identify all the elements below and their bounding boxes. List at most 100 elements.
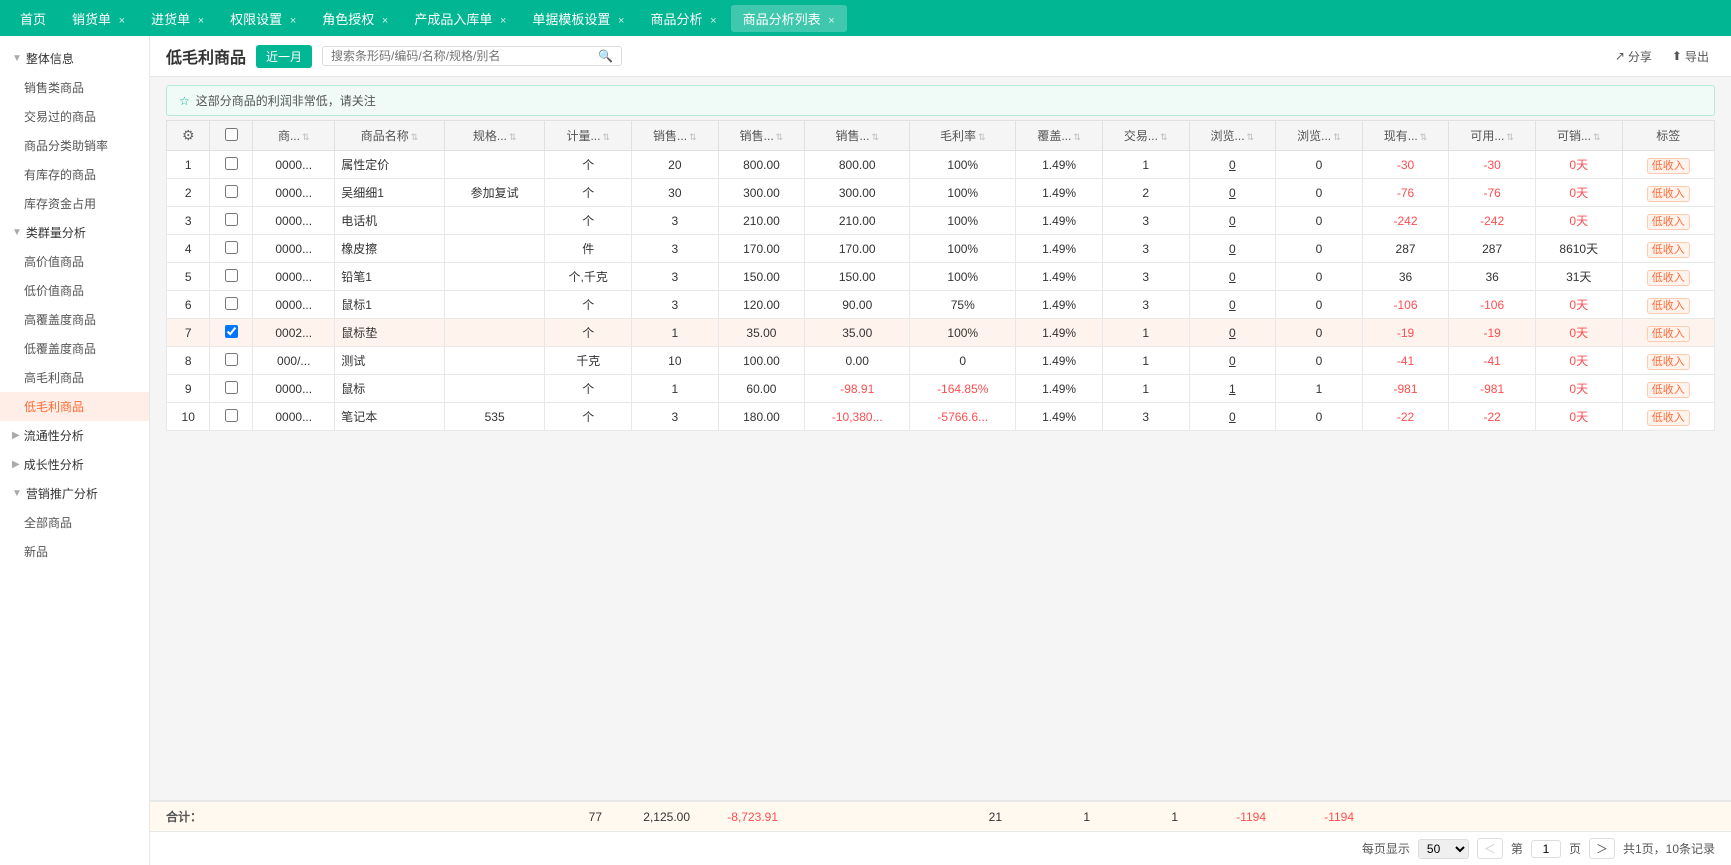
export-button[interactable]: ⬆ 导出 xyxy=(1666,46,1715,67)
sidebar-item-low-value[interactable]: 低价值商品 xyxy=(0,276,149,305)
close-icon[interactable]: × xyxy=(500,15,506,27)
row-view1[interactable]: 0 xyxy=(1189,291,1276,319)
row-view2: 0 xyxy=(1276,151,1363,179)
nav-item-sales[interactable]: 销货单 × xyxy=(60,5,137,32)
row-checkbox[interactable] xyxy=(210,403,253,431)
sidebar-item-sales-goods[interactable]: 销售类商品 xyxy=(0,73,149,102)
sidebar-item-stock-capital[interactable]: 库存资金占用 xyxy=(0,189,149,218)
filter-recent-month-button[interactable]: 近一月 xyxy=(256,45,312,68)
sidebar-group-cluster[interactable]: ▼ 类群量分析 xyxy=(0,218,149,247)
table-row: 2 0000... 吴细细1 参加复试 个 30 300.00 300.00 1… xyxy=(167,179,1715,207)
sidebar-item-new-goods[interactable]: 新品 xyxy=(0,537,149,566)
prev-page-button[interactable]: ＜ xyxy=(1477,838,1503,859)
row-select-checkbox[interactable] xyxy=(225,185,238,198)
row-view1[interactable]: 0 xyxy=(1189,151,1276,179)
tag-badge: 低收入 xyxy=(1647,270,1690,286)
row-view1[interactable]: 0 xyxy=(1189,263,1276,291)
row-checkbox[interactable] xyxy=(210,207,253,235)
row-sales-amount: 150.00 xyxy=(805,263,910,291)
row-checkbox[interactable] xyxy=(210,235,253,263)
search-icon[interactable]: 🔍 xyxy=(598,49,613,63)
tag-badge: 低收入 xyxy=(1647,186,1690,202)
sidebar-item-low-margin[interactable]: 低毛利商品 xyxy=(0,392,149,421)
close-icon[interactable]: × xyxy=(382,15,388,27)
row-checkbox[interactable] xyxy=(210,263,253,291)
row-checkbox[interactable] xyxy=(210,347,253,375)
share-icon: ↗ xyxy=(1615,49,1625,63)
sidebar-item-low-coverage[interactable]: 低覆盖度商品 xyxy=(0,334,149,363)
settings-icon[interactable]: ⚙ xyxy=(182,127,195,143)
total-sales-amount: -8,723.91 xyxy=(704,810,784,824)
row-view1[interactable]: 0 xyxy=(1189,347,1276,375)
nav-item-roles[interactable]: 角色授权 × xyxy=(310,5,400,32)
select-all-checkbox[interactable] xyxy=(225,128,238,141)
table-row: 1 0000... 属性定价 个 20 800.00 800.00 100% 1… xyxy=(167,151,1715,179)
close-icon[interactable]: × xyxy=(618,15,624,27)
row-select-checkbox[interactable] xyxy=(225,241,238,254)
nav-item-permissions[interactable]: 权限设置 × xyxy=(218,5,308,32)
row-select-checkbox[interactable] xyxy=(225,297,238,310)
row-select-checkbox[interactable] xyxy=(225,381,238,394)
nav-item-production[interactable]: 产成品入库单 × xyxy=(402,5,518,32)
row-checkbox[interactable] xyxy=(210,319,253,347)
row-checkbox[interactable] xyxy=(210,151,253,179)
row-checkbox[interactable] xyxy=(210,291,253,319)
sidebar-group-overall[interactable]: ▼ 整体信息 xyxy=(0,44,149,73)
row-sales-qty: 3 xyxy=(632,403,719,431)
close-icon[interactable]: × xyxy=(198,15,204,27)
sidebar-item-high-value[interactable]: 高价值商品 xyxy=(0,247,149,276)
close-icon[interactable]: × xyxy=(710,15,716,27)
tag-badge: 低收入 xyxy=(1647,354,1690,370)
row-select-checkbox[interactable] xyxy=(225,157,238,170)
col-checkbox[interactable] xyxy=(210,121,253,151)
row-select-checkbox[interactable] xyxy=(225,269,238,282)
notice-text: 这部分商品的利润非常低，请关注 xyxy=(196,92,376,109)
content-header: 低毛利商品 近一月 🔍 ↗ 分享 ⬆ 导出 xyxy=(150,36,1731,77)
search-input[interactable] xyxy=(331,49,598,63)
col-settings[interactable]: ⚙ xyxy=(167,121,210,151)
row-tag: 低收入 xyxy=(1622,151,1714,179)
sidebar-group-flow[interactable]: ▶ 流通性分析 xyxy=(0,421,149,450)
row-checkbox[interactable] xyxy=(210,179,253,207)
sidebar-group-marketing[interactable]: ▼ 营销推广分析 xyxy=(0,479,149,508)
close-icon[interactable]: × xyxy=(828,15,834,27)
row-view1[interactable]: 0 xyxy=(1189,207,1276,235)
page-size-select[interactable]: 50 100 xyxy=(1418,839,1469,859)
row-checkbox[interactable] xyxy=(210,375,253,403)
sidebar-item-all-goods[interactable]: 全部商品 xyxy=(0,508,149,537)
row-code: 0000... xyxy=(253,235,335,263)
row-view1[interactable]: 0 xyxy=(1189,403,1276,431)
nav-item-home[interactable]: 首页 xyxy=(8,5,58,32)
row-sales-price: 60.00 xyxy=(718,375,805,403)
row-no: 5 xyxy=(167,263,210,291)
nav-item-product-analysis-list[interactable]: 商品分析列表 × xyxy=(731,5,847,32)
nav-item-product-analysis[interactable]: 商品分析 × xyxy=(638,5,728,32)
page-number-input[interactable] xyxy=(1531,840,1561,858)
next-page-button[interactable]: ＞ xyxy=(1589,838,1615,859)
row-select-checkbox[interactable] xyxy=(225,409,238,422)
row-spec xyxy=(444,207,545,235)
row-view1[interactable]: 1 xyxy=(1189,375,1276,403)
sidebar-item-category-rate[interactable]: 商品分类助销率 xyxy=(0,131,149,160)
row-select-checkbox[interactable] xyxy=(225,325,238,338)
table-row: 6 0000... 鼠标1 个 3 120.00 90.00 75% 1.49%… xyxy=(167,291,1715,319)
nav-item-templates[interactable]: 单据模板设置 × xyxy=(520,5,636,32)
search-box[interactable]: 🔍 xyxy=(322,46,622,66)
close-icon[interactable]: × xyxy=(290,15,296,27)
sidebar-item-high-coverage[interactable]: 高覆盖度商品 xyxy=(0,305,149,334)
sidebar-item-in-stock[interactable]: 有库存的商品 xyxy=(0,160,149,189)
row-select-checkbox[interactable] xyxy=(225,353,238,366)
row-view1[interactable]: 0 xyxy=(1189,319,1276,347)
row-transaction: 1 xyxy=(1102,319,1189,347)
content-area: 低毛利商品 近一月 🔍 ↗ 分享 ⬆ 导出 ☆ 这部分商品的利润非常低，请关注 xyxy=(150,36,1731,865)
close-icon[interactable]: × xyxy=(119,15,125,27)
share-button[interactable]: ↗ 分享 xyxy=(1609,46,1658,67)
sidebar-item-high-margin[interactable]: 高毛利商品 xyxy=(0,363,149,392)
row-view1[interactable]: 0 xyxy=(1189,235,1276,263)
row-view2: 0 xyxy=(1276,319,1363,347)
sidebar-group-growth[interactable]: ▶ 成长性分析 xyxy=(0,450,149,479)
nav-item-purchase[interactable]: 进货单 × xyxy=(139,5,216,32)
row-select-checkbox[interactable] xyxy=(225,213,238,226)
sidebar-item-traded-goods[interactable]: 交易过的商品 xyxy=(0,102,149,131)
row-view1[interactable]: 0 xyxy=(1189,179,1276,207)
